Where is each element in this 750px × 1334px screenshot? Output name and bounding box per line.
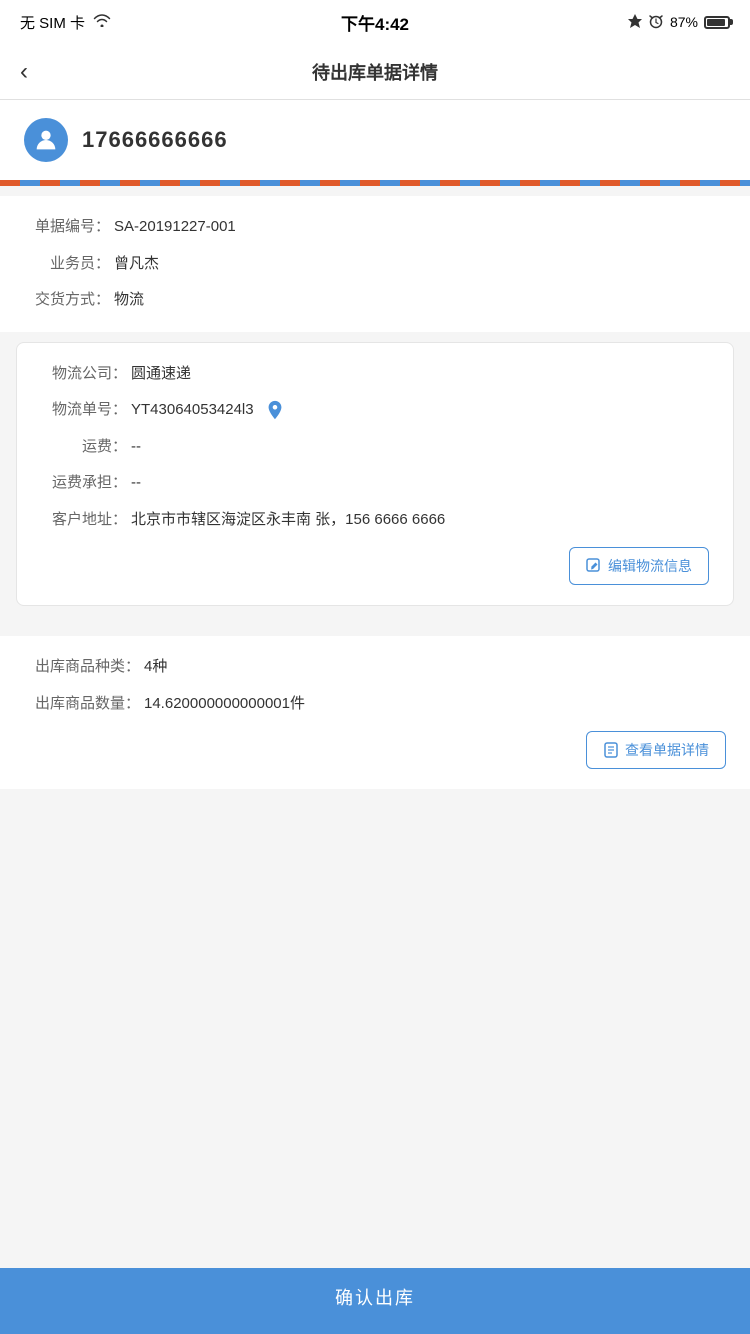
delivery-method-label: 交货方式：	[24, 289, 114, 312]
delivery-method-row: 交货方式： 物流	[24, 289, 726, 312]
goods-quantity-label: 出库商品数量：	[24, 693, 144, 716]
customer-phone: 17666666666	[82, 127, 228, 153]
customer-address-label: 客户地址：	[41, 509, 131, 532]
customer-address-row: 客户地址： 北京市市辖区海淀区永丰南 张，156 6666 6666	[41, 509, 709, 532]
logistics-company-label: 物流公司：	[41, 363, 131, 386]
goods-type-row: 出库商品种类： 4种	[24, 656, 726, 679]
delivery-method-value: 物流	[114, 289, 726, 312]
edit-icon	[586, 558, 602, 574]
dashed-separator	[0, 180, 750, 186]
map-pin-icon[interactable]	[264, 399, 286, 421]
logistics-section: 物流公司： 圆通速递 物流单号： YT43064053424l3 运费： -- …	[16, 342, 734, 607]
back-button[interactable]: ‹	[12, 52, 36, 92]
freight-label: 运费：	[41, 436, 131, 459]
order-number-row: 单据编号： SA-20191227-001	[24, 216, 726, 239]
status-bar: 无 SIM 卡 下午4:42 87%	[0, 0, 750, 44]
order-info-section: 单据编号： SA-20191227-001 业务员： 曾凡杰 交货方式： 物流	[0, 196, 750, 332]
status-right: 87%	[628, 13, 730, 32]
freight-bearer-row: 运费承担： --	[41, 472, 709, 495]
alarm-icon	[648, 13, 664, 32]
freight-bearer-label: 运费承担：	[41, 472, 131, 495]
order-number-value: SA-20191227-001	[114, 216, 726, 239]
goods-quantity-row: 出库商品数量： 14.620000000000001件	[24, 693, 726, 716]
freight-bearer-value: --	[131, 472, 709, 495]
sales-person-label: 业务员：	[24, 253, 114, 276]
avatar	[24, 118, 68, 162]
freight-row: 运费： --	[41, 436, 709, 459]
edit-logistics-label: 编辑物流信息	[608, 556, 692, 576]
nav-bar: ‹ 待出库单据详情	[0, 44, 750, 100]
logistics-company-row: 物流公司： 圆通速递	[41, 363, 709, 386]
page-title: 待出库单据详情	[312, 59, 438, 85]
goods-type-label: 出库商品种类：	[24, 656, 144, 679]
sales-person-value: 曾凡杰	[114, 253, 726, 276]
view-details-button[interactable]: 查看单据详情	[586, 731, 726, 769]
battery-icon	[704, 16, 730, 29]
tracking-number-label: 物流单号：	[41, 399, 131, 422]
goods-section: 出库商品种类： 4种 出库商品数量： 14.620000000000001件 查…	[0, 636, 750, 789]
tracking-number-value: YT43064053424l3	[131, 399, 709, 422]
location-status-icon	[628, 14, 642, 31]
document-icon	[603, 742, 619, 758]
freight-value: --	[131, 436, 709, 459]
tracking-number-row: 物流单号： YT43064053424l3	[41, 399, 709, 422]
sales-person-row: 业务员： 曾凡杰	[24, 253, 726, 276]
battery-percent: 87%	[670, 14, 698, 30]
status-time: 下午4:42	[341, 10, 409, 35]
view-details-row: 查看单据详情	[24, 731, 726, 769]
bottom-spacer	[0, 789, 750, 1009]
edit-logistics-button[interactable]: 编辑物流信息	[569, 547, 709, 585]
customer-address-value: 北京市市辖区海淀区永丰南 张，156 6666 6666	[131, 509, 709, 532]
confirm-btn-container: 确认出库	[0, 1268, 750, 1334]
order-number-label: 单据编号：	[24, 216, 114, 239]
section-divider	[0, 616, 750, 626]
goods-type-value: 4种	[144, 656, 726, 679]
goods-quantity-value: 14.620000000000001件	[144, 693, 726, 716]
confirm-outbound-button[interactable]: 确认出库	[24, 1284, 726, 1310]
edit-logistics-row: 编辑物流信息	[41, 547, 709, 585]
customer-section: 17666666666	[0, 100, 750, 180]
carrier-label: 无 SIM 卡	[20, 12, 85, 33]
view-details-label: 查看单据详情	[625, 740, 709, 760]
logistics-company-value: 圆通速递	[131, 363, 709, 386]
status-left: 无 SIM 卡	[20, 12, 111, 33]
wifi-icon	[93, 13, 111, 31]
